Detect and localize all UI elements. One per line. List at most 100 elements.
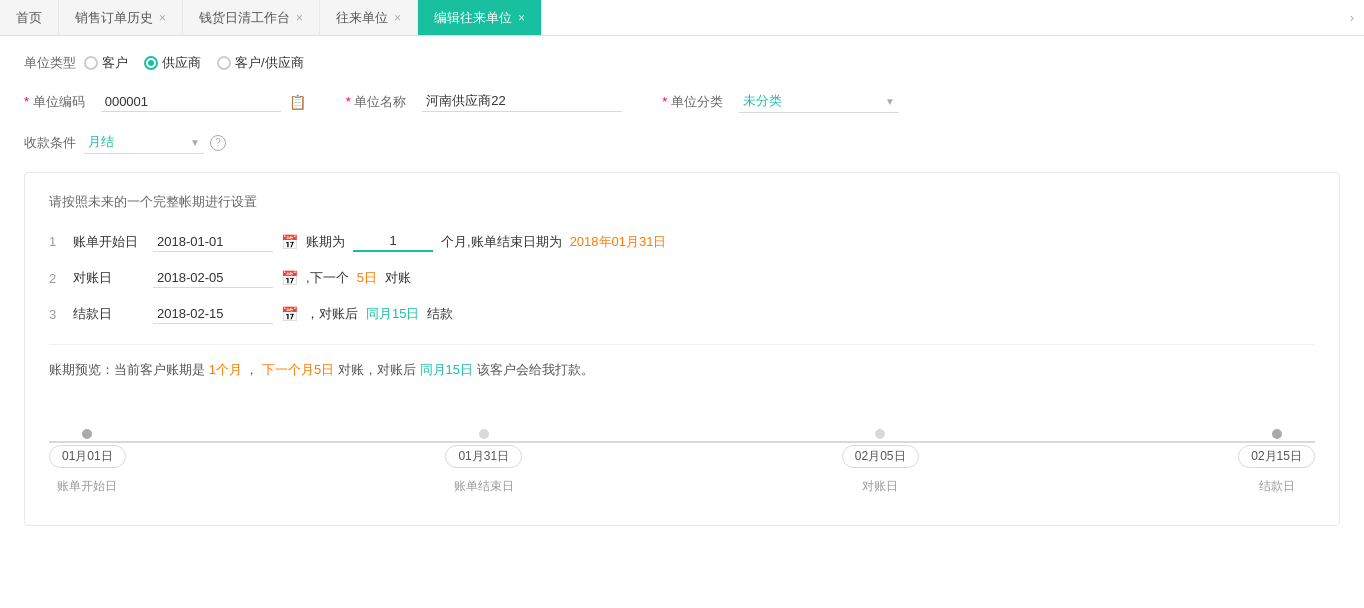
tab-home[interactable]: 首页 (0, 0, 59, 35)
row-2-value: 📅 ,下一个 5日 对账 (153, 268, 411, 288)
timeline: 01月01日 账单开始日 01月31日 账单结束日 02月05日 对账日 (49, 419, 1315, 505)
row-3-suffix: 结款 (427, 305, 453, 323)
timeline-dot-0 (82, 429, 92, 439)
row-3-highlight: 同月15日 (366, 305, 419, 323)
radio-group-unit-type: 客户 供应商 客户/供应商 (84, 54, 304, 72)
row-2-num: 2 (49, 271, 73, 286)
radio-both[interactable]: 客户/供应商 (217, 54, 304, 72)
row-1-suffix: 账期为 (306, 233, 345, 251)
unit-name-field: 单位名称 (346, 92, 623, 112)
preview-part3: 同月15日 (420, 362, 473, 377)
setting-row-1: 1 账单开始日 📅 账期为 个月,账单结束日期为 2018年01月31日 (49, 231, 1315, 252)
preview-mid: 对账，对账后 (338, 362, 416, 377)
timeline-item-3: 02月15日 结款日 (1238, 429, 1315, 495)
timeline-sub-2: 对账日 (862, 478, 898, 495)
setting-row-2: 2 对账日 📅 ,下一个 5日 对账 (49, 268, 1315, 288)
unit-type-row: 单位类型 客户 供应商 客户/供应商 (24, 54, 1340, 72)
row-2-calendar-icon[interactable]: 📅 (281, 270, 298, 286)
preview-part2: 下一个月5日 (262, 362, 334, 377)
radio-both-circle (217, 56, 231, 70)
tab-arrow[interactable]: › (1340, 0, 1364, 35)
row-1-num: 1 (49, 234, 73, 249)
radio-supplier-circle (144, 56, 158, 70)
preview-end: 该客户会给我打款。 (477, 362, 594, 377)
tab-cash-work[interactable]: 钱货日清工作台 × (183, 0, 320, 35)
row-1-calendar-icon[interactable]: 📅 (281, 234, 298, 250)
unit-code-input[interactable] (101, 92, 281, 112)
tab-sales-history[interactable]: 销售订单历史 × (59, 0, 183, 35)
unit-category-field: 单位分类 未分类 ▼ (662, 90, 899, 113)
help-icon[interactable]: ? (210, 135, 226, 151)
timeline-items: 01月01日 账单开始日 01月31日 账单结束日 02月05日 对账日 (49, 429, 1315, 495)
radio-both-label: 客户/供应商 (235, 54, 304, 72)
row-1-date-input[interactable] (153, 232, 273, 252)
row-1-label: 账单开始日 (73, 233, 153, 251)
preview-part1: 1个月 (209, 362, 242, 377)
timeline-badge-1: 01月31日 (445, 445, 522, 468)
tab-edit-partner-label: 编辑往来单位 (434, 9, 512, 27)
row-3-prefix: ，对账后 (306, 305, 358, 323)
unit-category-chevron: ▼ (885, 96, 895, 107)
radio-customer[interactable]: 客户 (84, 54, 128, 72)
timeline-item-2: 02月05日 对账日 (842, 429, 919, 495)
row-2-date-input[interactable] (153, 268, 273, 288)
tab-partner[interactable]: 往来单位 × (320, 0, 418, 35)
unit-code-field: 单位编码 📋 (24, 92, 306, 112)
timeline-item-0: 01月01日 账单开始日 (49, 429, 126, 495)
row-3-calendar-icon[interactable]: 📅 (281, 306, 298, 322)
unit-name-input[interactable] (422, 92, 622, 112)
unit-category-select[interactable]: 未分类 ▼ (739, 90, 899, 113)
row-2-suffix: 对账 (385, 269, 411, 287)
row-2-highlight: 5日 (357, 269, 377, 287)
setting-row-3: 3 结款日 📅 ，对账后 同月15日 结款 (49, 304, 1315, 324)
preview-comma: ， (245, 362, 258, 377)
preview-label: 账期预览：当前客户账期是 (49, 362, 205, 377)
preview-section: 账期预览：当前客户账期是 1个月 ， 下一个月5日 对账，对账后 同月15日 该… (49, 344, 1315, 505)
tab-sales-history-label: 销售订单历史 (75, 9, 153, 27)
row-3-value: 📅 ，对账后 同月15日 结款 (153, 304, 453, 324)
timeline-sub-3: 结款日 (1259, 478, 1295, 495)
timeline-dot-1 (479, 429, 489, 439)
tab-sales-history-close[interactable]: × (159, 11, 166, 25)
radio-customer-circle (84, 56, 98, 70)
panel-title: 请按照未来的一个完整帐期进行设置 (49, 193, 1315, 211)
page-content: 单位类型 客户 供应商 客户/供应商 单位编码 📋 单位名称 (0, 36, 1364, 608)
row-3-num: 3 (49, 307, 73, 322)
unit-name-label: 单位名称 (346, 93, 407, 111)
tab-partner-close[interactable]: × (394, 11, 401, 25)
row-2-label: 对账日 (73, 269, 153, 287)
payment-terms-label: 收款条件 (24, 134, 76, 152)
tabs-bar: 首页 销售订单历史 × 钱货日清工作台 × 往来单位 × 编辑往来单位 × › (0, 0, 1364, 36)
settings-panel: 请按照未来的一个完整帐期进行设置 1 账单开始日 📅 账期为 个月,账单结束日期… (24, 172, 1340, 526)
row-3-label: 结款日 (73, 305, 153, 323)
payment-terms-value: 月结 (88, 133, 186, 151)
row-1-highlight: 2018年01月31日 (570, 233, 667, 251)
payment-terms-select[interactable]: 月结 ▼ (84, 131, 204, 154)
radio-customer-label: 客户 (102, 54, 128, 72)
unit-category-value: 未分类 (743, 92, 881, 110)
timeline-badge-2: 02月05日 (842, 445, 919, 468)
radio-supplier[interactable]: 供应商 (144, 54, 201, 72)
timeline-dot-3 (1272, 429, 1282, 439)
unit-code-icon[interactable]: 📋 (289, 94, 306, 110)
period-input[interactable] (353, 231, 433, 252)
unit-fields-row: 单位编码 📋 单位名称 单位分类 未分类 ▼ (24, 90, 1340, 113)
tab-cash-work-close[interactable]: × (296, 11, 303, 25)
row-1-period-unit: 个月,账单结束日期为 (441, 233, 562, 251)
payment-terms-chevron: ▼ (190, 137, 200, 148)
timeline-sub-1: 账单结束日 (454, 478, 514, 495)
timeline-sub-0: 账单开始日 (57, 478, 117, 495)
row-2-prefix: ,下一个 (306, 269, 349, 287)
tab-edit-partner-close[interactable]: × (518, 11, 525, 25)
timeline-badge-3: 02月15日 (1238, 445, 1315, 468)
tab-partner-label: 往来单位 (336, 9, 388, 27)
tab-home-label: 首页 (16, 9, 42, 27)
preview-text: 账期预览：当前客户账期是 1个月 ， 下一个月5日 对账，对账后 同月15日 该… (49, 361, 1315, 395)
tab-cash-work-label: 钱货日清工作台 (199, 9, 290, 27)
radio-supplier-label: 供应商 (162, 54, 201, 72)
timeline-item-1: 01月31日 账单结束日 (445, 429, 522, 495)
unit-category-label: 单位分类 (662, 93, 723, 111)
tab-edit-partner[interactable]: 编辑往来单位 × (418, 0, 542, 35)
row-1-value: 📅 账期为 个月,账单结束日期为 2018年01月31日 (153, 231, 666, 252)
row-3-date-input[interactable] (153, 304, 273, 324)
